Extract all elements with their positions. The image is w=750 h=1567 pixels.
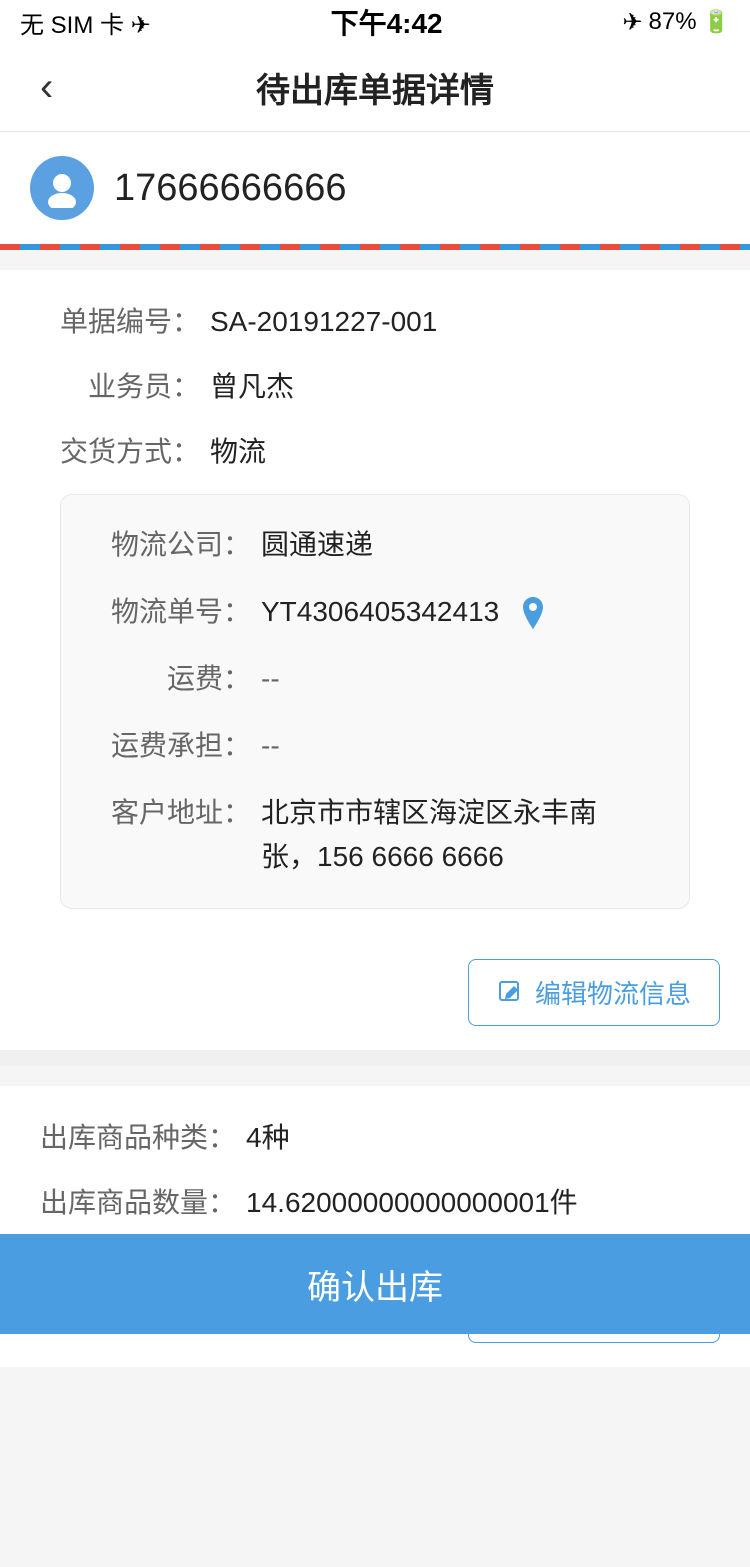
- address-row: 客户地址： 北京市市辖区海淀区永丰南 张，156 6666 6666: [91, 791, 659, 881]
- logistics-card: 物流公司： 圆通速递 物流单号： YT4306405342413 运费： -- …: [60, 494, 690, 909]
- edit-icon: [497, 979, 525, 1007]
- edit-logistics-button[interactable]: 编辑物流信息: [468, 959, 720, 1026]
- delivery-row: 交货方式： 物流: [40, 430, 710, 475]
- sim-signal-text: 无 SIM 卡 ✈: [20, 5, 151, 40]
- order-no-label: 单据编号：: [40, 300, 200, 345]
- avatar: [30, 156, 94, 220]
- logistics-tracking-row: 物流单号： YT4306405342413: [91, 590, 659, 635]
- logistics-company-label: 物流公司：: [91, 523, 251, 568]
- logistics-tracking-value: YT4306405342413: [261, 590, 659, 635]
- dashed-divider: [0, 244, 750, 250]
- order-no-row: 单据编号： SA-20191227-001: [40, 300, 710, 345]
- status-bar: 无 SIM 卡 ✈ 下午4:42 ✈ 87% 🔋: [0, 0, 750, 44]
- bottom-spacer: [0, 1367, 750, 1567]
- delivery-label: 交货方式：: [40, 430, 200, 475]
- freight-label: 运费：: [91, 657, 251, 702]
- logistics-company-value: 圆通速递: [261, 523, 659, 568]
- page-title: 待出库单据详情: [256, 63, 494, 112]
- goods-quantity-value: 14.62000000000000001件: [246, 1181, 710, 1226]
- battery-text: 87%: [649, 8, 697, 36]
- section-divider: [0, 1050, 750, 1066]
- edit-logistics-label: 编辑物流信息: [535, 974, 691, 1011]
- delivery-value: 物流: [210, 430, 710, 475]
- goods-section: 出库商品种类： 4种 出库商品数量： 14.62000000000000001件: [0, 1086, 750, 1256]
- order-info-section: 单据编号： SA-20191227-001 业务员： 曾凡杰 交货方式： 物流 …: [0, 270, 750, 939]
- salesman-row: 业务员： 曾凡杰: [40, 365, 710, 410]
- order-no-value: SA-20191227-001: [210, 300, 710, 345]
- goods-quantity-label: 出库商品数量：: [40, 1181, 236, 1226]
- goods-type-row: 出库商品种类： 4种: [40, 1116, 710, 1161]
- confirm-button-label: 确认出库: [307, 1260, 443, 1309]
- goods-quantity-row: 出库商品数量： 14.62000000000000001件: [40, 1181, 710, 1226]
- freight-value: --: [261, 657, 659, 702]
- salesman-label: 业务员：: [40, 365, 200, 410]
- freight-bearer-row: 运费承担： --: [91, 724, 659, 769]
- freight-bearer-label: 运费承担：: [91, 724, 251, 769]
- goods-type-value: 4种: [246, 1116, 710, 1161]
- location-icon: ✈: [622, 8, 642, 37]
- battery-icon: 🔋: [703, 9, 730, 35]
- customer-header: 17666666666: [0, 132, 750, 244]
- freight-bearer-value: --: [261, 724, 659, 769]
- logistics-company-row: 物流公司： 圆通速递: [91, 523, 659, 568]
- back-button[interactable]: ‹: [30, 55, 63, 120]
- edit-logistics-container: 编辑物流信息: [0, 939, 750, 1050]
- goods-type-label: 出库商品种类：: [40, 1116, 236, 1161]
- address-value: 北京市市辖区海淀区永丰南 张，156 6666 6666: [261, 791, 659, 881]
- logistics-tracking-label: 物流单号：: [91, 590, 251, 635]
- status-right: ✈ 87% 🔋: [622, 8, 730, 37]
- confirm-bar[interactable]: 确认出库: [0, 1234, 750, 1334]
- customer-phone: 17666666666: [114, 167, 346, 210]
- nav-bar: ‹ 待出库单据详情: [0, 44, 750, 132]
- map-pin-icon[interactable]: [515, 595, 551, 631]
- person-icon: [42, 168, 82, 208]
- salesman-value: 曾凡杰: [210, 365, 710, 410]
- status-time: 下午4:42: [331, 2, 443, 42]
- freight-row: 运费： --: [91, 657, 659, 702]
- status-left: 无 SIM 卡 ✈: [20, 5, 151, 40]
- address-label: 客户地址：: [91, 791, 251, 836]
